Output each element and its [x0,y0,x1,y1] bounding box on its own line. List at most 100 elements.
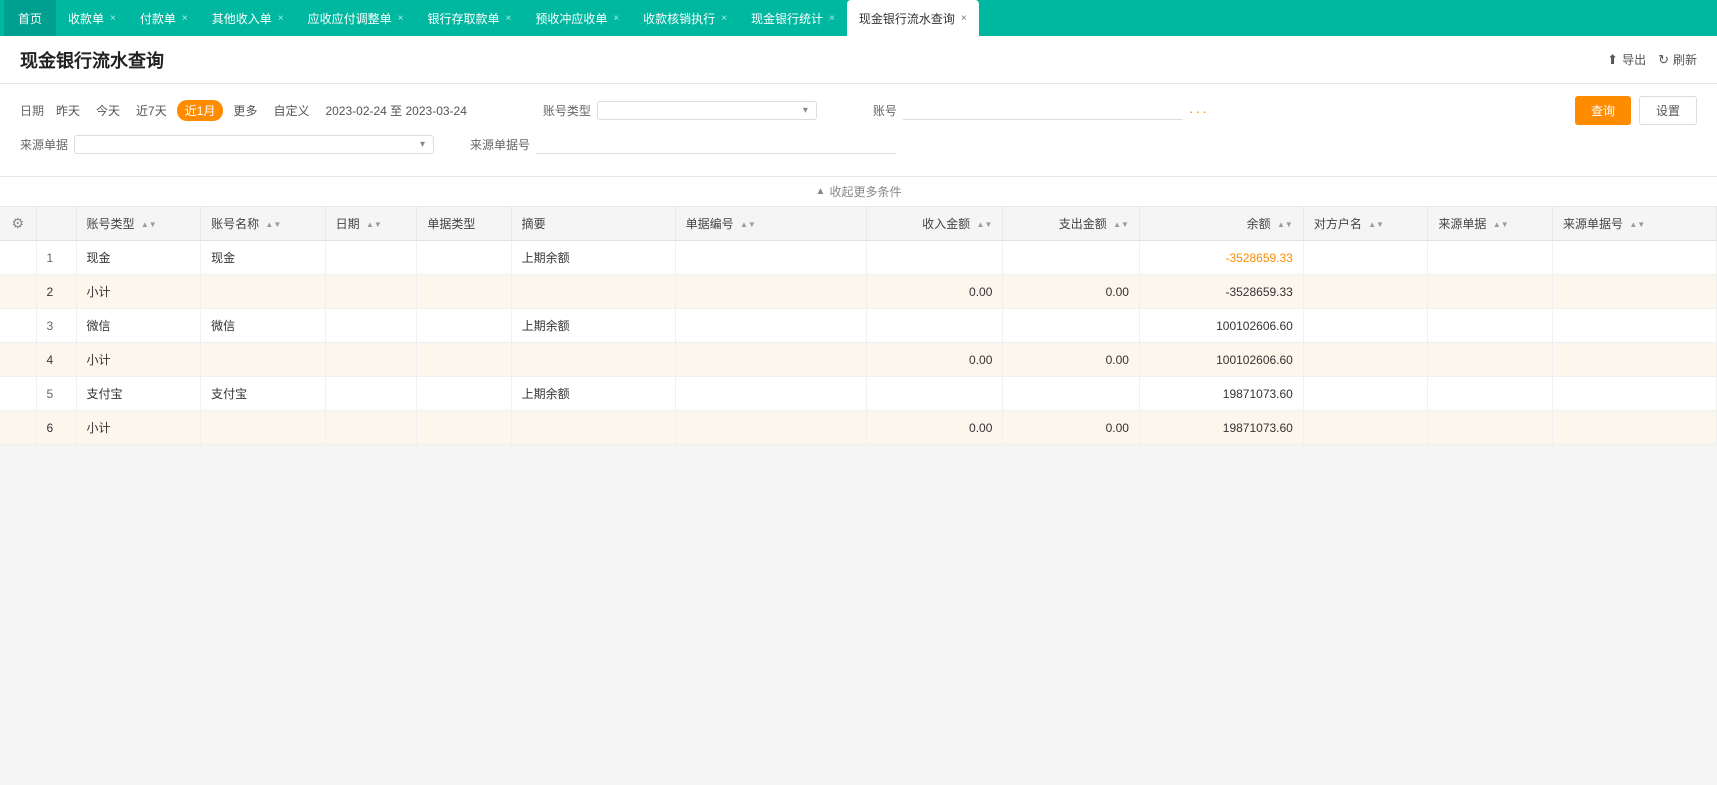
cell-account-type: 现金 [76,241,201,275]
cell-date [325,241,417,275]
cell-account-type: 小计 [76,343,201,377]
export-icon: ⬆ [1607,52,1618,68]
nav-tab-3[interactable]: 应收应付调整单 × [296,0,416,36]
date-label: 日期 [20,102,44,119]
chevron-down-icon: ▾ [420,139,425,150]
cell-gear [0,241,36,275]
col-header-expense[interactable]: 支出金额 ▲▼ [1003,207,1140,241]
table-row: 2小计0.000.00-3528659.33 [0,275,1717,309]
cell-income [866,309,1003,343]
nav-tab-1[interactable]: 付款单 × [128,0,200,36]
cell-source-doc-no [1552,241,1716,275]
source-doc-no-filter: 来源单据号 [470,135,896,154]
export-button[interactable]: ⬆ 导出 [1607,51,1646,68]
source-doc-no-label: 来源单据号 [470,136,530,153]
table-body: 1现金现金上期余额-3528659.332小计0.000.00-3528659.… [0,241,1717,445]
close-icon[interactable]: × [398,13,404,24]
col-header-doc-type: 单据类型 [417,207,511,241]
col-header-account-type[interactable]: 账号类型 ▲▼ [76,207,201,241]
nav-home[interactable]: 首页 [4,0,56,36]
close-icon[interactable]: × [110,13,116,24]
filter-row-2: 来源单据 ▾ 来源单据号 [20,135,1697,154]
source-doc-select[interactable]: ▾ [74,135,434,154]
date-btn-more[interactable]: 更多 [227,100,263,121]
cell-rownum: 3 [36,309,76,343]
col-header-date[interactable]: 日期 ▲▼ [325,207,417,241]
close-icon[interactable]: × [182,13,188,24]
more-options-button[interactable]: ··· [1189,103,1209,119]
close-icon[interactable]: × [829,13,835,24]
account-type-select[interactable]: ▾ [597,101,817,120]
col-header-source-doc-no[interactable]: 来源单据号 ▲▼ [1552,207,1716,241]
table-row: 4小计0.000.00100102606.60 [0,343,1717,377]
nav-tab-6[interactable]: 收款核销执行 × [631,0,739,36]
col-header-source-doc[interactable]: 来源单据 ▲▼ [1428,207,1553,241]
col-header-counterpart[interactable]: 对方户名 ▲▼ [1303,207,1428,241]
nav-tab-5[interactable]: 预收冲应收单 × [523,0,631,36]
action-buttons: 查询 设置 [1575,96,1697,125]
close-icon[interactable]: × [613,13,619,24]
close-icon[interactable]: × [278,13,284,24]
cell-account-type: 支付宝 [76,377,201,411]
sort-icon: ▲▼ [977,221,993,229]
settings-button[interactable]: 设置 [1639,96,1697,125]
col-header-gear: ⚙ [0,207,36,241]
nav-tab-4[interactable]: 银行存取款单 × [415,0,523,36]
cell-expense: 0.00 [1003,275,1140,309]
chevron-down-icon: ▾ [803,105,808,116]
nav-tab-0[interactable]: 收款单 × [56,0,128,36]
date-btn-today[interactable]: 今天 [90,100,126,121]
source-doc-label: 来源单据 [20,136,68,153]
cell-source-doc-no [1552,309,1716,343]
cell-gear [0,377,36,411]
collapse-bar[interactable]: ▲ 收起更多条件 [0,177,1717,207]
page-header: 现金银行流水查询 ⬆ 导出 ↻ 刷新 [0,36,1717,84]
table-row: 6小计0.000.0019871073.60 [0,411,1717,445]
data-table: ⚙ 账号类型 ▲▼ 账号名称 ▲▼ 日期 ▲▼ 单据类型 [0,207,1717,445]
cell-gear [0,275,36,309]
close-icon[interactable]: × [505,13,511,24]
date-btn-7days[interactable]: 近7天 [130,100,173,121]
nav-tab-8[interactable]: 现金银行流水查询 × [847,0,979,36]
cell-source-doc-no [1552,377,1716,411]
col-header-doc-no[interactable]: 单据编号 ▲▼ [675,207,866,241]
cell-rownum: 1 [36,241,76,275]
nav-tab-2[interactable]: 其他收入单 × [200,0,296,36]
close-icon[interactable]: × [961,13,967,24]
account-input[interactable] [903,101,1183,120]
nav-tab-7[interactable]: 现金银行统计 × [739,0,847,36]
table-row: 3微信微信上期余额100102606.60 [0,309,1717,343]
cell-rownum: 2 [36,275,76,309]
cell-expense [1003,309,1140,343]
date-btn-yesterday[interactable]: 昨天 [50,100,86,121]
date-btn-custom[interactable]: 自定义 [267,100,315,121]
date-btn-1month[interactable]: 近1月 [177,100,224,121]
cell-date [325,343,417,377]
sort-icon: ▲▼ [740,221,756,229]
col-header-income[interactable]: 收入金额 ▲▼ [866,207,1003,241]
cell-source-doc [1428,377,1553,411]
col-header-account-name[interactable]: 账号名称 ▲▼ [201,207,326,241]
cell-counterpart [1303,241,1428,275]
sort-icon: ▲▼ [1277,221,1293,229]
sort-icon: ▲▼ [366,221,382,229]
sort-icon: ▲▼ [265,221,281,229]
gear-icon[interactable]: ⚙ [11,215,24,231]
refresh-button[interactable]: ↻ 刷新 [1658,51,1697,68]
cell-balance: 100102606.60 [1139,343,1303,377]
cell-doc-type [417,377,511,411]
cell-doc-no [675,275,866,309]
sort-icon: ▲▼ [1368,221,1384,229]
cell-doc-no [675,343,866,377]
cell-summary [511,275,675,309]
close-icon[interactable]: × [721,13,727,24]
col-header-balance[interactable]: 余额 ▲▼ [1139,207,1303,241]
cell-income [866,377,1003,411]
source-doc-no-input[interactable] [536,135,896,154]
query-button[interactable]: 查询 [1575,96,1631,125]
home-label: 首页 [18,10,42,27]
cell-summary: 上期余额 [511,377,675,411]
cell-rownum: 6 [36,411,76,445]
sort-icon: ▲▼ [1629,221,1645,229]
cell-balance: 19871073.60 [1139,377,1303,411]
